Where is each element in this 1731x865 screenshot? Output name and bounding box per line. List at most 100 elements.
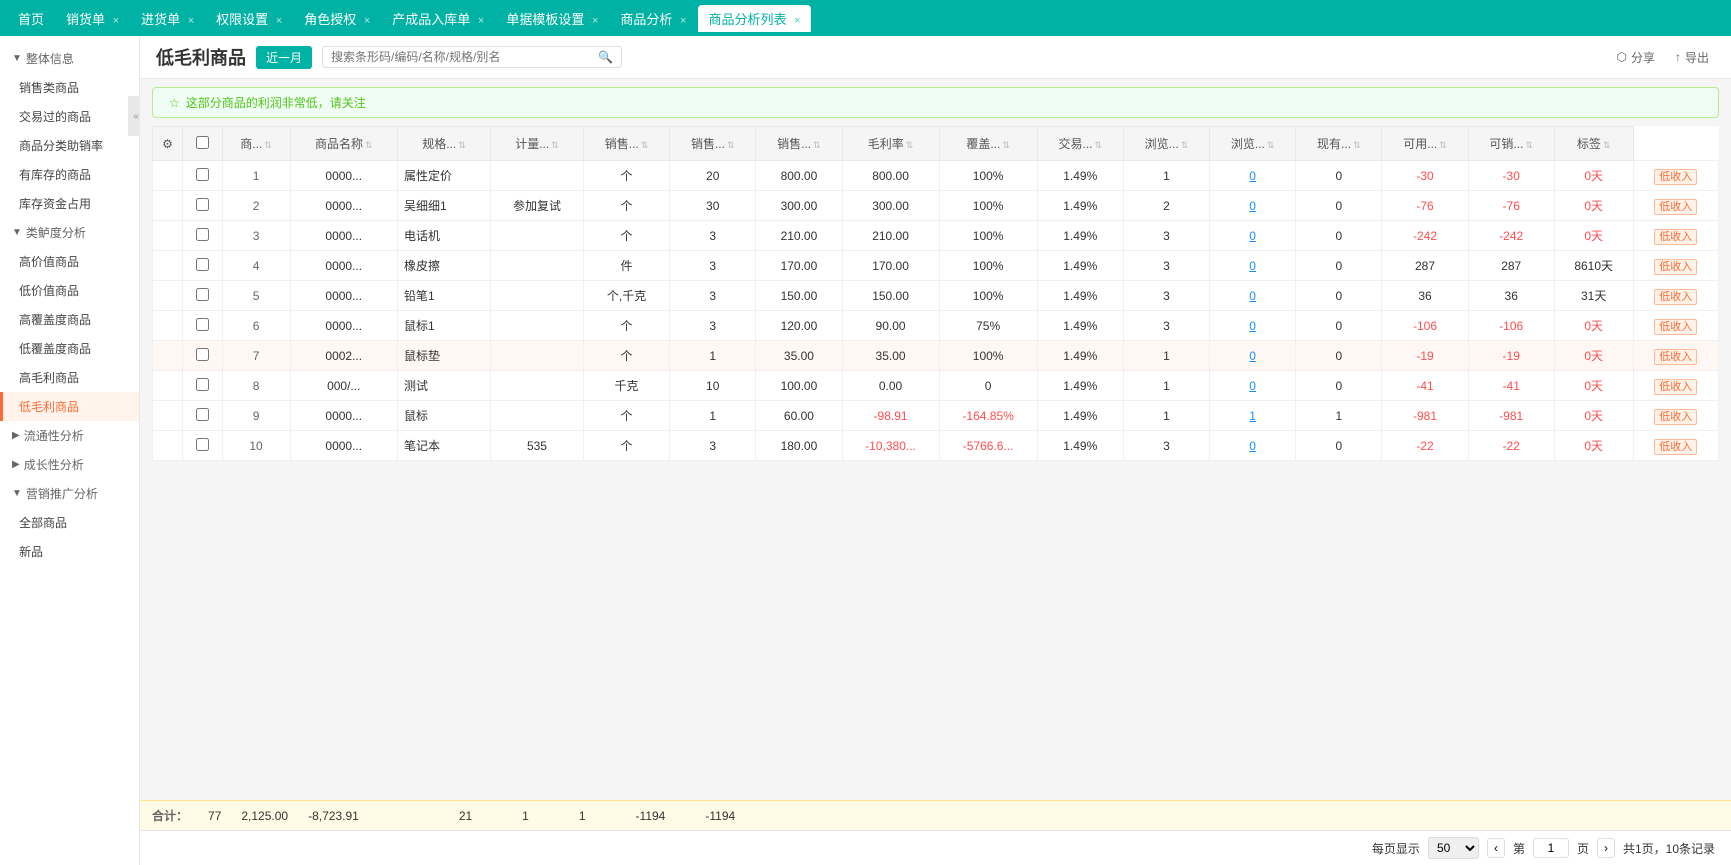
sidebar-collapse-btn[interactable]: « bbox=[128, 96, 140, 136]
sidebar-group-marketing[interactable]: ▼ 营销推广分析 bbox=[0, 479, 139, 508]
row-views1[interactable]: 0 bbox=[1210, 431, 1296, 461]
col-sales-qty[interactable]: 销售...⇅ bbox=[583, 127, 669, 161]
row-views1[interactable]: 0 bbox=[1210, 281, 1296, 311]
close-icon[interactable]: × bbox=[680, 15, 686, 27]
row-check[interactable] bbox=[196, 198, 209, 211]
sidebar-item-low-margin[interactable]: 低毛利商品 bbox=[0, 392, 139, 421]
row-views1[interactable]: 0 bbox=[1210, 371, 1296, 401]
col-transactions[interactable]: 交易...⇅ bbox=[1037, 127, 1123, 161]
row-check[interactable] bbox=[196, 288, 209, 301]
close-icon[interactable]: × bbox=[113, 15, 119, 27]
sidebar-group-growth[interactable]: ▶ 成长性分析 bbox=[0, 450, 139, 479]
row-current-stock: -41 bbox=[1382, 371, 1468, 401]
sidebar-item-high-margin[interactable]: 高毛利商品 bbox=[0, 363, 139, 392]
row-views1[interactable]: 0 bbox=[1210, 341, 1296, 371]
row-checkbox[interactable] bbox=[183, 251, 223, 281]
sidebar-item-in-stock[interactable]: 有库存的商品 bbox=[0, 160, 139, 189]
row-views1[interactable]: 1 bbox=[1210, 401, 1296, 431]
page-size-select[interactable]: 50 20 100 bbox=[1428, 837, 1479, 859]
row-views1[interactable]: 0 bbox=[1210, 251, 1296, 281]
row-check[interactable] bbox=[196, 378, 209, 391]
col-settings[interactable]: ⚙ bbox=[153, 127, 183, 161]
sidebar-item-high-coverage[interactable]: 高覆盖度商品 bbox=[0, 305, 139, 334]
next-page-btn[interactable]: › bbox=[1597, 838, 1615, 858]
search-icon[interactable]: 🔍 bbox=[598, 50, 613, 64]
col-views1[interactable]: 浏览...⇅ bbox=[1123, 127, 1209, 161]
row-available: -30 bbox=[1468, 161, 1554, 191]
col-gross-margin[interactable]: 毛利率⇅ bbox=[842, 127, 939, 161]
row-checkbox[interactable] bbox=[183, 341, 223, 371]
row-checkbox[interactable] bbox=[183, 371, 223, 401]
sidebar-group-label: 成长性分析 bbox=[24, 456, 84, 473]
sidebar-item-high-value[interactable]: 高价值商品 bbox=[0, 247, 139, 276]
close-icon[interactable]: × bbox=[592, 15, 598, 27]
sidebar-item-category-rate[interactable]: 商品分类助销率 bbox=[0, 131, 139, 160]
sidebar-group-overall[interactable]: ▼ 整体信息 bbox=[0, 44, 139, 73]
row-current-stock: -106 bbox=[1382, 311, 1468, 341]
row-check[interactable] bbox=[196, 408, 209, 421]
table-row: 9 0000... 鼠标 个 1 60.00 -98.91 -164.85% 1… bbox=[153, 401, 1719, 431]
nav-product-analysis-list[interactable]: 商品分析列表 × bbox=[698, 5, 810, 32]
row-checkbox[interactable] bbox=[183, 401, 223, 431]
row-checkbox[interactable] bbox=[183, 311, 223, 341]
row-views1[interactable]: 0 bbox=[1210, 221, 1296, 251]
filter-recent-month-btn[interactable]: 近一月 bbox=[256, 46, 312, 69]
row-check[interactable] bbox=[196, 228, 209, 241]
sidebar-item-traded-products[interactable]: 交易过的商品 bbox=[0, 102, 139, 131]
sidebar-item-new-products[interactable]: 新品 bbox=[0, 537, 139, 566]
col-current-stock[interactable]: 现有...⇅ bbox=[1296, 127, 1382, 161]
close-icon[interactable]: × bbox=[276, 15, 282, 27]
row-check[interactable] bbox=[196, 258, 209, 271]
close-icon[interactable]: × bbox=[794, 15, 800, 27]
nav-product-instock[interactable]: 产成品入库单 × bbox=[382, 5, 494, 32]
col-spec[interactable]: 规格...⇅ bbox=[398, 127, 491, 161]
col-views2[interactable]: 浏览...⇅ bbox=[1210, 127, 1296, 161]
col-coverage[interactable]: 覆盖...⇅ bbox=[939, 127, 1037, 161]
row-views1[interactable]: 0 bbox=[1210, 311, 1296, 341]
col-saleable[interactable]: 可销...⇅ bbox=[1468, 127, 1554, 161]
sidebar-item-sales-products[interactable]: 销售类商品 bbox=[0, 73, 139, 102]
select-all-checkbox[interactable] bbox=[196, 136, 209, 149]
nav-purchase-order[interactable]: 进货单 × bbox=[131, 5, 204, 32]
close-icon[interactable]: × bbox=[188, 15, 194, 27]
nav-product-analysis[interactable]: 商品分析 × bbox=[610, 5, 696, 32]
col-tag[interactable]: 标签⇅ bbox=[1554, 127, 1633, 161]
col-sales-profit[interactable]: 销售...⇅ bbox=[756, 127, 842, 161]
sidebar-group-flow[interactable]: ▶ 流通性分析 bbox=[0, 421, 139, 450]
col-checkbox[interactable] bbox=[183, 127, 223, 161]
page-input[interactable] bbox=[1533, 838, 1569, 858]
export-btn[interactable]: ↑ 导出 bbox=[1669, 46, 1715, 69]
sidebar-item-low-coverage[interactable]: 低覆盖度商品 bbox=[0, 334, 139, 363]
row-views1[interactable]: 0 bbox=[1210, 161, 1296, 191]
sidebar-item-capital[interactable]: 库存资金占用 bbox=[0, 189, 139, 218]
nav-permission-settings[interactable]: 权限设置 × bbox=[206, 5, 292, 32]
row-checkbox[interactable] bbox=[183, 191, 223, 221]
row-checkbox[interactable] bbox=[183, 431, 223, 461]
row-views1[interactable]: 0 bbox=[1210, 191, 1296, 221]
row-checkbox[interactable] bbox=[183, 161, 223, 191]
col-unit[interactable]: 计量...⇅ bbox=[490, 127, 583, 161]
sidebar-item-all-products[interactable]: 全部商品 bbox=[0, 508, 139, 537]
prev-page-btn[interactable]: ‹ bbox=[1487, 838, 1505, 858]
close-icon[interactable]: × bbox=[478, 15, 484, 27]
nav-sales-order[interactable]: 销货单 × bbox=[56, 5, 129, 32]
row-check[interactable] bbox=[196, 168, 209, 181]
nav-role-auth[interactable]: 角色授权 × bbox=[294, 5, 380, 32]
col-sales-amount[interactable]: 销售...⇅ bbox=[670, 127, 756, 161]
close-icon[interactable]: × bbox=[364, 15, 370, 27]
row-check[interactable] bbox=[196, 348, 209, 361]
sidebar-item-low-value[interactable]: 低价值商品 bbox=[0, 276, 139, 305]
nav-home[interactable]: 首页 bbox=[8, 5, 54, 32]
sidebar-group-coverage[interactable]: ▼ 类鲈度分析 bbox=[0, 218, 139, 247]
col-name[interactable]: 商品名称⇅ bbox=[290, 127, 398, 161]
search-input[interactable] bbox=[331, 50, 594, 64]
row-checkbox[interactable] bbox=[183, 221, 223, 251]
col-code[interactable]: 商...⇅ bbox=[222, 127, 290, 161]
row-check[interactable] bbox=[196, 318, 209, 331]
row-check[interactable] bbox=[196, 438, 209, 451]
col-available[interactable]: 可用...⇅ bbox=[1382, 127, 1468, 161]
row-checkbox[interactable] bbox=[183, 281, 223, 311]
share-btn[interactable]: ⬡ 分享 bbox=[1610, 46, 1661, 69]
row-sales-amount: 800.00 bbox=[756, 161, 842, 191]
nav-template-settings[interactable]: 单据模板设置 × bbox=[496, 5, 608, 32]
